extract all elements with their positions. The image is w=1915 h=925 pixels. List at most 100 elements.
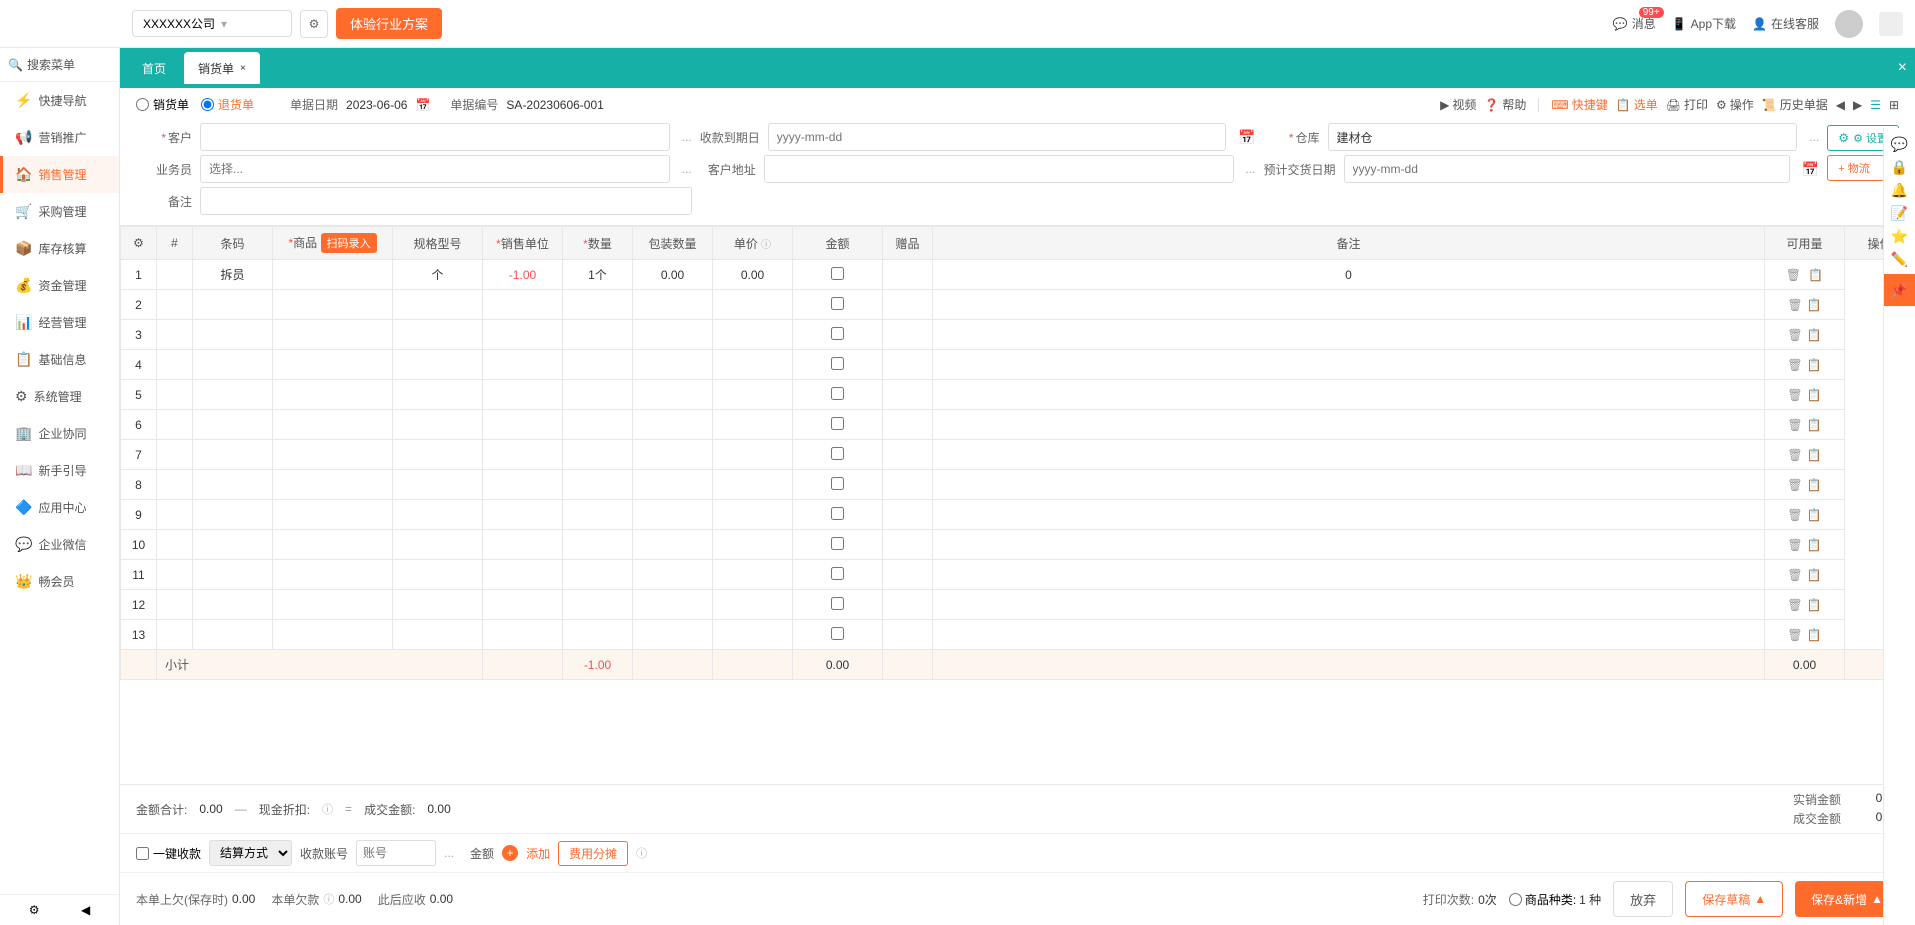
- expected-date-input[interactable]: [1344, 155, 1790, 183]
- row-price[interactable]: [633, 530, 713, 560]
- gift-checkbox[interactable]: [831, 567, 844, 580]
- row-pkgqty[interactable]: [563, 560, 633, 590]
- discard-button[interactable]: 放弃: [1613, 881, 1673, 917]
- row-remark[interactable]: [883, 590, 933, 620]
- row-unit[interactable]: [393, 500, 483, 530]
- row-spec[interactable]: [273, 320, 393, 350]
- row-qty[interactable]: [483, 350, 563, 380]
- settings-bottom-icon[interactable]: ⚙: [29, 903, 40, 917]
- due-date-input[interactable]: [768, 123, 1226, 151]
- copy-icon-1[interactable]: 📋: [1808, 268, 1823, 282]
- copy-icon[interactable]: 📋: [1807, 298, 1822, 312]
- float-icon-orange[interactable]: 📌: [1884, 274, 1915, 306]
- row-gift[interactable]: [793, 470, 883, 500]
- gift-checkbox[interactable]: [831, 597, 844, 610]
- tab-home[interactable]: 首页: [128, 52, 180, 84]
- gift-checkbox[interactable]: [831, 627, 844, 640]
- row-barcode[interactable]: [157, 560, 193, 590]
- warehouse-dots[interactable]: ...: [1809, 130, 1819, 144]
- row-pkgqty[interactable]: [563, 590, 633, 620]
- gift-checkbox[interactable]: [831, 327, 844, 340]
- tab-sales-order[interactable]: 销货单 ×: [184, 52, 260, 84]
- gift-checkbox[interactable]: [831, 447, 844, 460]
- row-product[interactable]: [193, 320, 273, 350]
- row-price[interactable]: [633, 560, 713, 590]
- row-barcode[interactable]: [157, 530, 193, 560]
- sidebar-item-sales[interactable]: 🏠 销售管理: [0, 156, 119, 193]
- delete-icon[interactable]: 🗑: [1787, 478, 1802, 492]
- row-unit[interactable]: [393, 290, 483, 320]
- gift-checkbox-1[interactable]: [831, 267, 844, 280]
- delete-icon-1[interactable]: 🗑: [1786, 268, 1801, 282]
- copy-icon[interactable]: 📋: [1807, 598, 1822, 612]
- copy-icon[interactable]: 📋: [1807, 418, 1822, 432]
- select-btn[interactable]: 📋 选单: [1616, 96, 1658, 113]
- row-unit[interactable]: [393, 470, 483, 500]
- calendar-icon[interactable]: 📅: [415, 98, 430, 112]
- row-qty[interactable]: [483, 320, 563, 350]
- row-pkgqty[interactable]: [563, 350, 633, 380]
- radio-return[interactable]: 退货单: [201, 96, 254, 113]
- product-type-label-wrap[interactable]: 商品种类: 1 种: [1509, 891, 1601, 908]
- row-pkgqty[interactable]: [563, 440, 633, 470]
- row-remark[interactable]: [883, 410, 933, 440]
- gift-checkbox[interactable]: [831, 477, 844, 490]
- row-pkgqty[interactable]: [563, 470, 633, 500]
- row-qty[interactable]: [483, 470, 563, 500]
- account-input[interactable]: [356, 840, 436, 866]
- row-gift[interactable]: [793, 560, 883, 590]
- gift-checkbox[interactable]: [831, 507, 844, 520]
- row-unit[interactable]: [393, 560, 483, 590]
- expense-button[interactable]: 费用分摊: [558, 841, 628, 866]
- row-barcode[interactable]: [157, 470, 193, 500]
- customer-input[interactable]: [200, 123, 670, 151]
- copy-icon[interactable]: 📋: [1807, 508, 1822, 522]
- row-price[interactable]: [633, 620, 713, 650]
- row-product[interactable]: [193, 410, 273, 440]
- row-price[interactable]: [633, 350, 713, 380]
- sidebar-item-inventory[interactable]: 📦 库存核算: [0, 230, 119, 267]
- row-unit[interactable]: [393, 620, 483, 650]
- row-barcode[interactable]: [157, 290, 193, 320]
- sidebar-search[interactable]: 🔍 搜索菜单: [0, 48, 119, 82]
- company-selector[interactable]: XXXXXX公司 ▾: [132, 10, 292, 37]
- delete-icon[interactable]: 🗑: [1787, 358, 1802, 372]
- gift-checkbox[interactable]: [831, 297, 844, 310]
- delete-icon[interactable]: 🗑: [1787, 418, 1802, 432]
- sidebar-item-guide[interactable]: 📖 新手引导: [0, 452, 119, 489]
- online-service-item[interactable]: 👤 在线客服: [1752, 15, 1819, 32]
- copy-icon[interactable]: 📋: [1807, 568, 1822, 582]
- row-barcode-1[interactable]: [157, 260, 193, 290]
- row-product[interactable]: [193, 530, 273, 560]
- scan-button[interactable]: 扫码录入: [321, 233, 377, 253]
- th-settings[interactable]: ⚙: [121, 227, 157, 260]
- sidebar-item-enterprise[interactable]: 🏢 企业协同: [0, 415, 119, 452]
- delete-icon[interactable]: 🗑: [1787, 568, 1802, 582]
- copy-icon[interactable]: 📋: [1807, 328, 1822, 342]
- customer-dots[interactable]: ...: [682, 130, 692, 144]
- settlement-method-select[interactable]: 结算方式: [209, 840, 292, 866]
- avatar[interactable]: [1835, 10, 1863, 38]
- gift-checkbox[interactable]: [831, 387, 844, 400]
- row-product[interactable]: [193, 620, 273, 650]
- row-price-1[interactable]: 0.00: [633, 260, 713, 290]
- row-unit[interactable]: [393, 530, 483, 560]
- row-unit[interactable]: [393, 320, 483, 350]
- row-spec[interactable]: [273, 560, 393, 590]
- row-product[interactable]: [193, 380, 273, 410]
- float-icon-chat[interactable]: 💬: [1891, 136, 1908, 153]
- one-click-label[interactable]: 一键收款: [136, 845, 201, 862]
- row-gift[interactable]: [793, 290, 883, 320]
- row-spec[interactable]: [273, 500, 393, 530]
- row-remark[interactable]: [883, 500, 933, 530]
- row-barcode[interactable]: [157, 410, 193, 440]
- row-remark[interactable]: [883, 350, 933, 380]
- copy-icon[interactable]: 📋: [1807, 538, 1822, 552]
- customer-addr-input[interactable]: [764, 155, 1234, 183]
- row-unit[interactable]: [393, 350, 483, 380]
- sidebar-item-wechat[interactable]: 💬 企业微信: [0, 526, 119, 563]
- row-gift[interactable]: [793, 440, 883, 470]
- row-barcode[interactable]: [157, 320, 193, 350]
- account-dots[interactable]: ...: [444, 846, 454, 860]
- row-qty-1[interactable]: -1.00: [483, 260, 563, 290]
